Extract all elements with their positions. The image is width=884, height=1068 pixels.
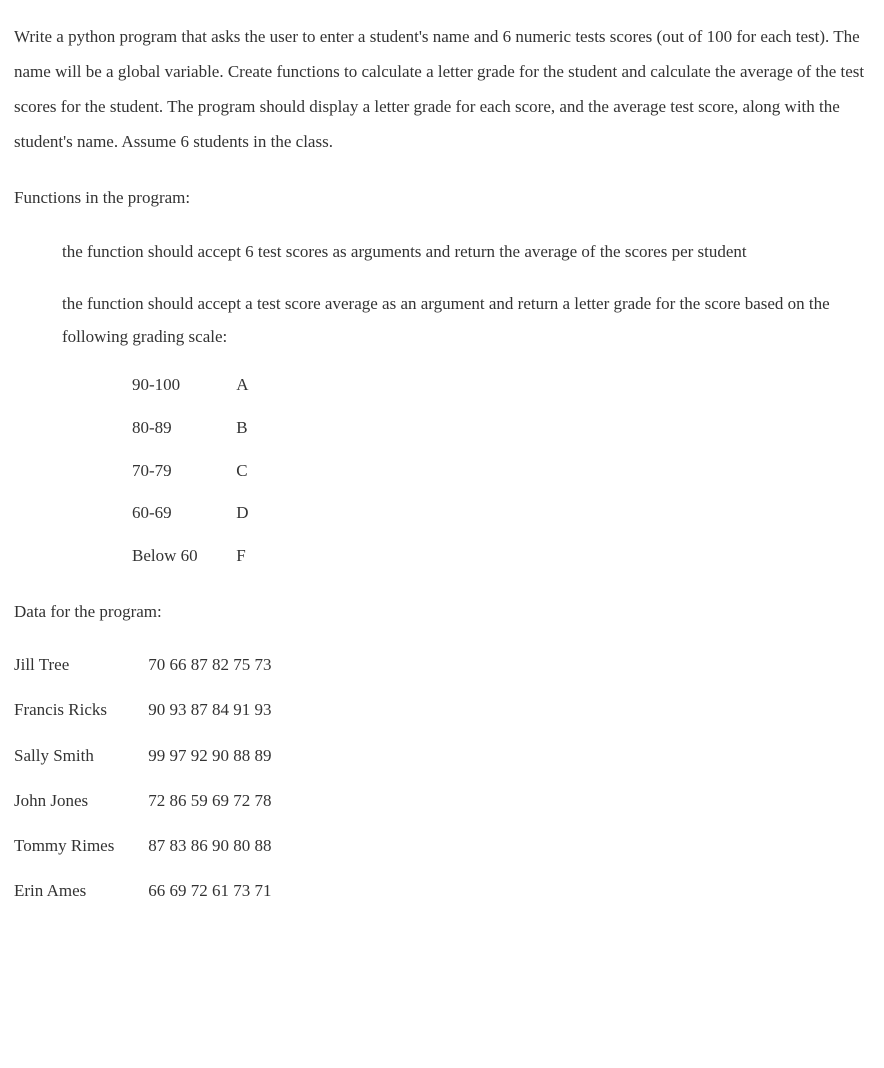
student-name: John Jones (14, 787, 144, 814)
student-row: Francis Ricks 90 93 87 84 91 93 (14, 696, 870, 723)
function-desc-1: the function should accept 6 test scores… (14, 235, 870, 268)
grade-range: 70-79 (132, 457, 232, 486)
student-name: Jill Tree (14, 651, 144, 678)
student-name: Tommy Rimes (14, 832, 144, 859)
grade-row: 70-79 C (14, 457, 870, 486)
student-row: Jill Tree 70 66 87 82 75 73 (14, 651, 870, 678)
student-scores: 70 66 87 82 75 73 (148, 651, 271, 678)
student-scores: 90 93 87 84 91 93 (148, 696, 271, 723)
grade-row: 90-100 A (14, 371, 870, 400)
student-row: Sally Smith 99 97 92 90 88 89 (14, 742, 870, 769)
problem-statement: Write a python program that asks the use… (14, 20, 870, 159)
grade-range: 90-100 (132, 371, 232, 400)
grade-range: 60-69 (132, 499, 232, 528)
function-desc-2: the function should accept a test score … (14, 287, 870, 353)
grade-range: 80-89 (132, 414, 232, 443)
grade-letter: D (236, 499, 248, 528)
grade-letter: F (236, 542, 245, 571)
grade-letter: A (236, 371, 248, 400)
grade-row: 80-89 B (14, 414, 870, 443)
grade-letter: C (236, 457, 247, 486)
student-name: Sally Smith (14, 742, 144, 769)
student-name: Francis Ricks (14, 696, 144, 723)
student-row: Tommy Rimes 87 83 86 90 80 88 (14, 832, 870, 859)
student-row: John Jones 72 86 59 69 72 78 (14, 787, 870, 814)
grade-row: Below 60 F (14, 542, 870, 571)
student-row: Erin Ames 66 69 72 61 73 71 (14, 877, 870, 904)
grade-range: Below 60 (132, 542, 232, 571)
student-scores: 66 69 72 61 73 71 (148, 877, 271, 904)
student-scores: 72 86 59 69 72 78 (148, 787, 271, 814)
student-scores: 87 83 86 90 80 88 (148, 832, 271, 859)
grade-row: 60-69 D (14, 499, 870, 528)
student-name: Erin Ames (14, 877, 144, 904)
student-scores: 99 97 92 90 88 89 (148, 742, 271, 769)
data-heading: Data for the program: (14, 595, 870, 629)
functions-heading: Functions in the program: (14, 181, 870, 215)
grade-letter: B (236, 414, 247, 443)
